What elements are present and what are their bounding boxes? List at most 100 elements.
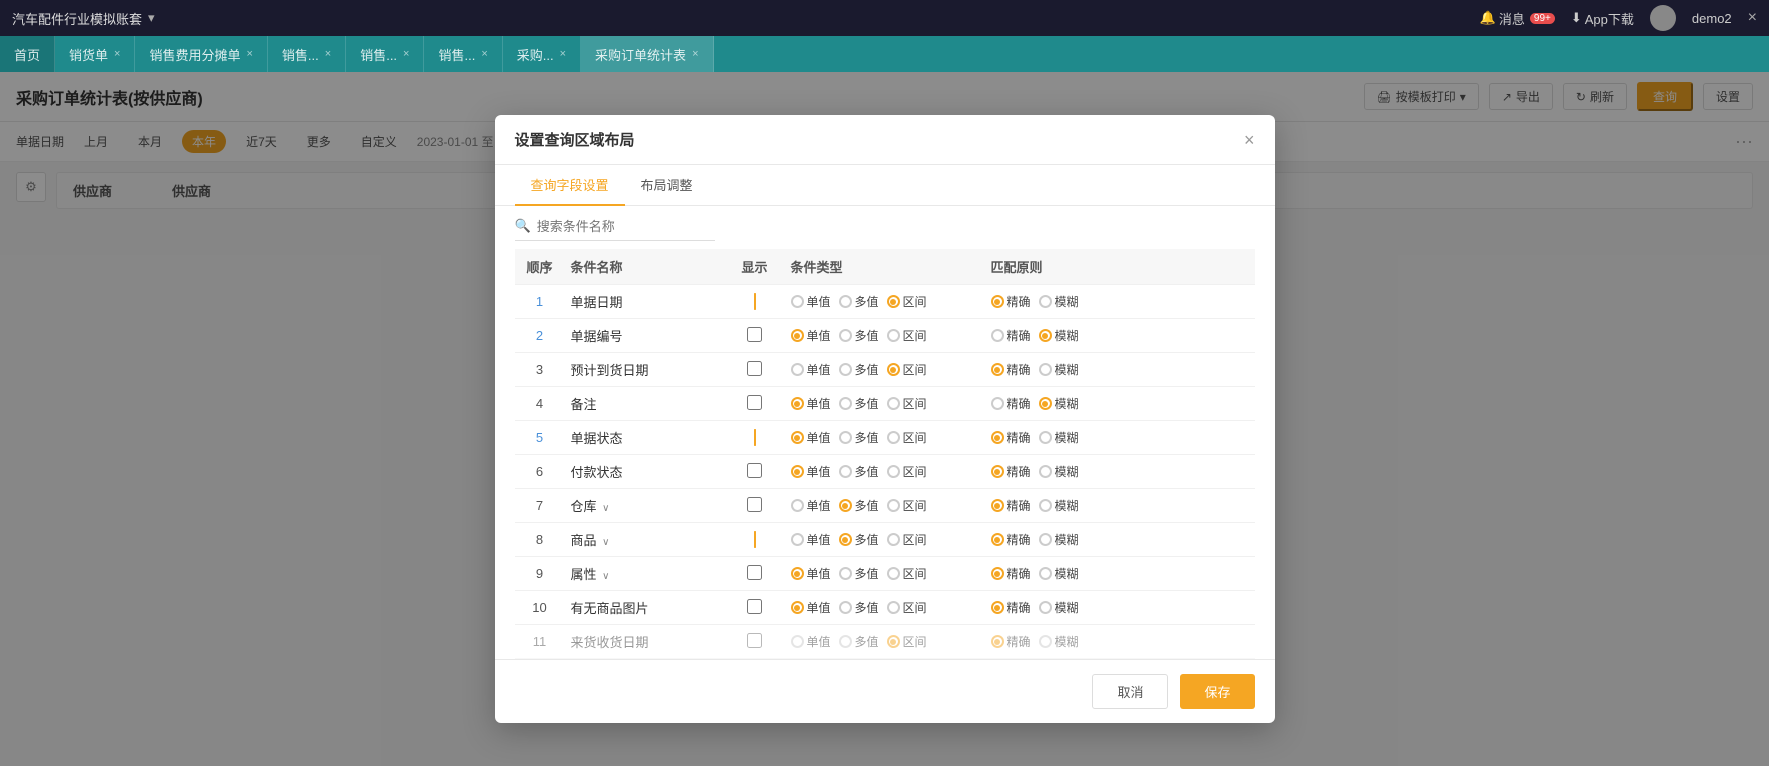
display-cb-5[interactable]: [754, 429, 756, 446]
tab-6[interactable]: 采购... ×: [503, 36, 581, 72]
range-opt-4[interactable]: 区间: [887, 395, 927, 412]
fuzzy-opt-8[interactable]: 模糊: [1039, 531, 1079, 548]
multi-opt-5[interactable]: 多值: [839, 429, 879, 446]
single-opt-9[interactable]: 单值: [791, 565, 831, 582]
exact-opt-7[interactable]: 精确: [991, 497, 1031, 514]
range-opt-2[interactable]: 区间: [887, 327, 927, 344]
modal-tab-bar: 查询字段设置 布局调整: [495, 165, 1275, 206]
multi-opt-10[interactable]: 多值: [839, 599, 879, 616]
fuzzy-opt-3[interactable]: 模糊: [1039, 361, 1079, 378]
tab-close-sales-expense[interactable]: ×: [246, 48, 252, 60]
multi-opt-4[interactable]: 多值: [839, 395, 879, 412]
fuzzy-opt-10[interactable]: 模糊: [1039, 599, 1079, 616]
range-opt-9[interactable]: 区间: [887, 565, 927, 582]
tab-close-purchase-summary[interactable]: ×: [692, 48, 698, 60]
exact-opt-4[interactable]: 精确: [991, 395, 1031, 412]
display-cb-6[interactable]: [747, 463, 762, 478]
tab-sales-expense[interactable]: 销售费用分摊单 ×: [135, 36, 267, 72]
fuzzy-opt-6[interactable]: 模糊: [1039, 463, 1079, 480]
range-opt-8[interactable]: 区间: [887, 531, 927, 548]
exact-opt-8[interactable]: 精确: [991, 531, 1031, 548]
single-opt-8[interactable]: 单值: [791, 531, 831, 548]
top-bar-actions: 🔔 消息 99+ ⬇ App下载 demo2 ×: [1480, 5, 1757, 31]
multi-opt-8[interactable]: 多值: [839, 531, 879, 548]
display-cb-10[interactable]: [747, 599, 762, 614]
window-close-btn[interactable]: ×: [1748, 9, 1757, 27]
single-opt-5[interactable]: 单值: [791, 429, 831, 446]
exact-opt-6[interactable]: 精确: [991, 463, 1031, 480]
modal-close-btn[interactable]: ×: [1244, 131, 1255, 149]
exact-opt-3[interactable]: 精确: [991, 361, 1031, 378]
multi-opt-3[interactable]: 多值: [839, 361, 879, 378]
single-opt-7[interactable]: 单值: [791, 497, 831, 514]
display-cb-7[interactable]: [747, 497, 762, 512]
single-opt-1[interactable]: 单值: [791, 293, 831, 310]
fuzzy-opt-11[interactable]: 模糊: [1039, 633, 1079, 650]
single-opt-10[interactable]: 单值: [791, 599, 831, 616]
single-opt-2[interactable]: 单值: [791, 327, 831, 344]
exact-opt-2[interactable]: 精确: [991, 327, 1031, 344]
match-rule-8: 精确 模糊: [991, 531, 1199, 548]
app-download-btn[interactable]: ⬇ App下载: [1571, 9, 1634, 28]
range-opt-5[interactable]: 区间: [887, 429, 927, 446]
range-opt-11[interactable]: 区间: [887, 633, 927, 650]
table-row: 6 付款状态 单值 多值 区间 精确 模糊: [515, 455, 1255, 489]
range-opt-10[interactable]: 区间: [887, 599, 927, 616]
notification-btn[interactable]: 🔔 消息 99+: [1480, 9, 1555, 28]
single-opt-6[interactable]: 单值: [791, 463, 831, 480]
tab-home[interactable]: 首页: [0, 36, 55, 72]
cond-8-dropdown-icon: ∨: [602, 537, 609, 548]
display-cb-4[interactable]: [747, 395, 762, 410]
exact-opt-9[interactable]: 精确: [991, 565, 1031, 582]
multi-opt-1[interactable]: 多值: [839, 293, 879, 310]
table-row: 7 仓库 ∨ 单值 多值 区间 精确 模糊: [515, 489, 1255, 523]
tab-5[interactable]: 销售... ×: [424, 36, 502, 72]
display-cb-8[interactable]: [754, 531, 756, 548]
range-opt-3[interactable]: 区间: [887, 361, 927, 378]
tab-4[interactable]: 销售... ×: [346, 36, 424, 72]
range-opt-1[interactable]: 区间: [887, 293, 927, 310]
multi-opt-11[interactable]: 多值: [839, 633, 879, 650]
modal-tab-layout[interactable]: 布局调整: [625, 165, 709, 206]
fuzzy-opt-7[interactable]: 模糊: [1039, 497, 1079, 514]
tab-3[interactable]: 销售... ×: [268, 36, 346, 72]
tab-purchase-summary[interactable]: 采购订单统计表 ×: [581, 36, 713, 72]
display-cb-2[interactable]: [747, 327, 762, 342]
fuzzy-opt-4[interactable]: 模糊: [1039, 395, 1079, 412]
display-cb-11[interactable]: [747, 633, 762, 648]
modal-tab-field-settings[interactable]: 查询字段设置: [515, 165, 625, 206]
save-btn[interactable]: 保存: [1180, 674, 1254, 709]
exact-opt-1[interactable]: 精确: [991, 293, 1031, 310]
cancel-btn[interactable]: 取消: [1092, 674, 1168, 709]
exact-opt-5[interactable]: 精确: [991, 429, 1031, 446]
tab-close-5[interactable]: ×: [481, 48, 487, 60]
single-opt-3[interactable]: 单值: [791, 361, 831, 378]
user-avatar[interactable]: [1650, 5, 1676, 31]
single-opt-11[interactable]: 单值: [791, 633, 831, 650]
multi-opt-2[interactable]: 多值: [839, 327, 879, 344]
table-row: 9 属性 ∨ 单值 多值 区间 精确 模糊: [515, 557, 1255, 591]
single-opt-4[interactable]: 单值: [791, 395, 831, 412]
tab-close-6[interactable]: ×: [560, 48, 566, 60]
tab-close-4[interactable]: ×: [403, 48, 409, 60]
display-cb-9[interactable]: [747, 565, 762, 580]
fuzzy-opt-9[interactable]: 模糊: [1039, 565, 1079, 582]
tab-close-sales-order[interactable]: ×: [114, 48, 120, 60]
fuzzy-opt-2[interactable]: 模糊: [1039, 327, 1079, 344]
exact-opt-11[interactable]: 精确: [991, 633, 1031, 650]
dropdown-icon[interactable]: ▾: [148, 10, 155, 26]
cond-name-8: 商品 ∨: [565, 530, 725, 549]
multi-opt-6[interactable]: 多值: [839, 463, 879, 480]
multi-opt-9[interactable]: 多值: [839, 565, 879, 582]
display-cb-1[interactable]: [754, 293, 756, 310]
tab-sales-order[interactable]: 销货单 ×: [55, 36, 135, 72]
exact-opt-10[interactable]: 精确: [991, 599, 1031, 616]
fuzzy-opt-5[interactable]: 模糊: [1039, 429, 1079, 446]
multi-opt-7[interactable]: 多值: [839, 497, 879, 514]
fuzzy-opt-1[interactable]: 模糊: [1039, 293, 1079, 310]
tab-close-3[interactable]: ×: [325, 48, 331, 60]
range-opt-7[interactable]: 区间: [887, 497, 927, 514]
search-input[interactable]: [537, 219, 715, 234]
display-cb-3[interactable]: [747, 361, 762, 376]
range-opt-6[interactable]: 区间: [887, 463, 927, 480]
